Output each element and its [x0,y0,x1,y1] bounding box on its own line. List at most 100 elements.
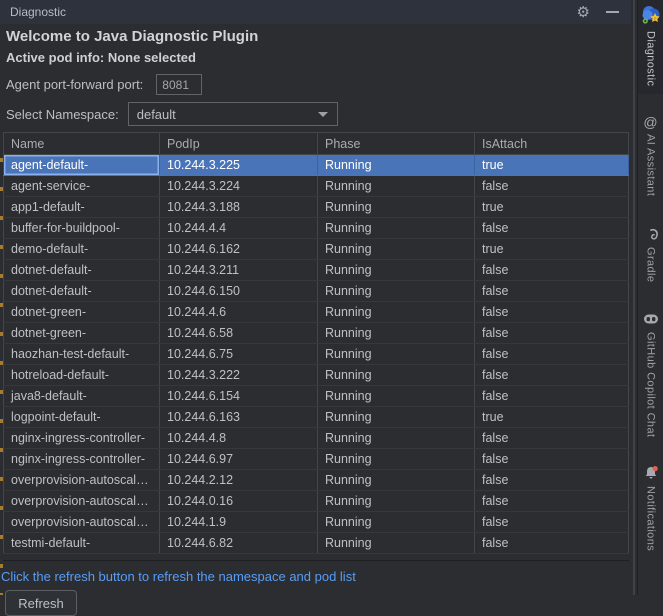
cell-isattach[interactable]: false [474,280,629,302]
cell-name[interactable]: agent-default- [3,154,160,176]
cell-podip[interactable]: 10.244.6.58 [159,322,318,344]
cell-phase[interactable]: Running [317,259,475,281]
cell-name[interactable]: logpoint-default- [3,406,160,428]
table-row[interactable]: overprovision-autoscaler-... 10.244.2.12 R… [3,469,629,491]
cell-name[interactable]: dotnet-default- [3,259,160,281]
cell-podip[interactable]: 10.244.6.154 [159,385,318,407]
cell-name[interactable]: overprovision-autoscaler-... [3,469,160,491]
cell-isattach[interactable]: false [474,301,629,323]
table-row[interactable]: dotnet-default- 10.244.6.150 Running false [3,280,629,302]
cell-name[interactable]: agent-service- [3,175,160,197]
cell-podip[interactable]: 10.244.3.211 [159,259,318,281]
table-row[interactable]: agent-default- 10.244.3.225 Running true [3,154,629,176]
table-row[interactable]: java8-default- 10.244.6.154 Running false [3,385,629,407]
cell-podip[interactable]: 10.244.3.188 [159,196,318,218]
column-header-isattach[interactable]: IsAttach [474,132,629,155]
table-row[interactable]: dotnet-default- 10.244.3.211 Running false [3,259,629,281]
cell-podip[interactable]: 10.244.3.225 [159,154,318,176]
cell-name[interactable]: buffer-for-buildpool- [3,217,160,239]
tool-tab-ai-assistant[interactable]: @ AI Assistant [638,110,663,204]
table-row[interactable]: testmi-default- 10.244.6.82 Running false [3,532,629,554]
cell-phase[interactable]: Running [317,532,475,554]
cell-name[interactable]: nginx-ingress-controller- [3,427,160,449]
cell-podip[interactable]: 10.244.6.82 [159,532,318,554]
cell-phase[interactable]: Running [317,196,475,218]
minimize-icon[interactable] [606,11,619,13]
cell-phase[interactable]: Running [317,469,475,491]
cell-isattach[interactable]: false [474,217,629,239]
cell-isattach[interactable]: false [474,364,629,386]
cell-phase[interactable]: Running [317,238,475,260]
cell-name[interactable]: java8-default- [3,385,160,407]
cell-isattach[interactable]: false [474,511,629,533]
tool-tab-gradle[interactable]: Gradle [638,221,663,290]
cell-phase[interactable]: Running [317,385,475,407]
table-row[interactable]: dotnet-green- 10.244.4.6 Running false [3,301,629,323]
cell-name[interactable]: dotnet-green- [3,322,160,344]
port-input[interactable] [156,74,203,95]
cell-podip[interactable]: 10.244.6.162 [159,238,318,260]
table-row[interactable]: agent-service- 10.244.3.224 Running false [3,175,629,197]
gear-icon[interactable]: ⚙ [577,5,590,20]
tool-tab-diagnostic[interactable]: Diagnostic [638,0,663,95]
cell-podip[interactable]: 10.244.4.6 [159,301,318,323]
cell-podip[interactable]: 10.244.4.4 [159,217,318,239]
cell-phase[interactable]: Running [317,343,475,365]
cell-phase[interactable]: Running [317,322,475,344]
cell-isattach[interactable]: false [474,259,629,281]
cell-phase[interactable]: Running [317,301,475,323]
cell-isattach[interactable]: false [474,175,629,197]
cell-name[interactable]: overprovision-autoscaler-... [3,490,160,512]
cell-isattach[interactable]: false [474,532,629,554]
column-header-phase[interactable]: Phase [317,132,475,155]
cell-name[interactable]: demo-default- [3,238,160,260]
cell-name[interactable]: dotnet-green- [3,301,160,323]
column-header-podip[interactable]: PodIp [159,132,318,155]
table-row[interactable]: buffer-for-buildpool- 10.244.4.4 Running fa… [3,217,629,239]
column-header-name[interactable]: Name [3,132,160,155]
cell-isattach[interactable]: false [474,469,629,491]
cell-name[interactable]: haozhan-test-default- [3,343,160,365]
cell-podip[interactable]: 10.244.3.222 [159,364,318,386]
cell-podip[interactable]: 10.244.2.12 [159,469,318,491]
cell-phase[interactable]: Running [317,364,475,386]
cell-podip[interactable]: 10.244.6.75 [159,343,318,365]
table-row[interactable]: nginx-ingress-controller- 10.244.6.97 Runn… [3,448,629,470]
table-row[interactable]: dotnet-green- 10.244.6.58 Running false [3,322,629,344]
table-row[interactable]: nginx-ingress-controller- 10.244.4.8 Runni… [3,427,629,449]
cell-phase[interactable]: Running [317,511,475,533]
cell-phase[interactable]: Running [317,280,475,302]
table-row[interactable]: demo-default- 10.244.6.162 Running true [3,238,629,260]
cell-phase[interactable]: Running [317,175,475,197]
cell-podip[interactable]: 10.244.1.9 [159,511,318,533]
cell-podip[interactable]: 10.244.0.16 [159,490,318,512]
table-row[interactable]: app1-default- 10.244.3.188 Running true [3,196,629,218]
tool-tab-github-copilot-chat[interactable]: GitHub Copilot Chat [638,306,663,445]
cell-isattach[interactable]: false [474,385,629,407]
cell-phase[interactable]: Running [317,448,475,470]
cell-isattach[interactable]: false [474,448,629,470]
cell-phase[interactable]: Running [317,490,475,512]
cell-isattach[interactable]: false [474,427,629,449]
cell-phase[interactable]: Running [317,154,475,176]
cell-isattach[interactable]: false [474,322,629,344]
cell-isattach[interactable]: false [474,490,629,512]
tool-tab-notifications[interactable]: Notifications [638,460,663,559]
cell-isattach[interactable]: true [474,154,629,176]
table-row[interactable]: logpoint-default- 10.244.6.163 Running true [3,406,629,428]
cell-podip[interactable]: 10.244.6.97 [159,448,318,470]
table-row[interactable]: overprovision-autoscaler-... 10.244.1.9 Ru… [3,511,629,533]
cell-podip[interactable]: 10.244.6.163 [159,406,318,428]
namespace-select[interactable]: default [127,102,338,126]
cell-name[interactable]: testmi-default- [3,532,160,554]
table-row[interactable]: haozhan-test-default- 10.244.6.75 Running f… [3,343,629,365]
table-row[interactable]: hotreload-default- 10.244.3.222 Running fal… [3,364,629,386]
cell-isattach[interactable]: true [474,406,629,428]
cell-podip[interactable]: 10.244.6.150 [159,280,318,302]
cell-isattach[interactable]: true [474,196,629,218]
cell-podip[interactable]: 10.244.3.224 [159,175,318,197]
cell-phase[interactable]: Running [317,217,475,239]
cell-podip[interactable]: 10.244.4.8 [159,427,318,449]
table-row[interactable]: overprovision-autoscaler-... 10.244.0.16 R… [3,490,629,512]
cell-name[interactable]: hotreload-default- [3,364,160,386]
